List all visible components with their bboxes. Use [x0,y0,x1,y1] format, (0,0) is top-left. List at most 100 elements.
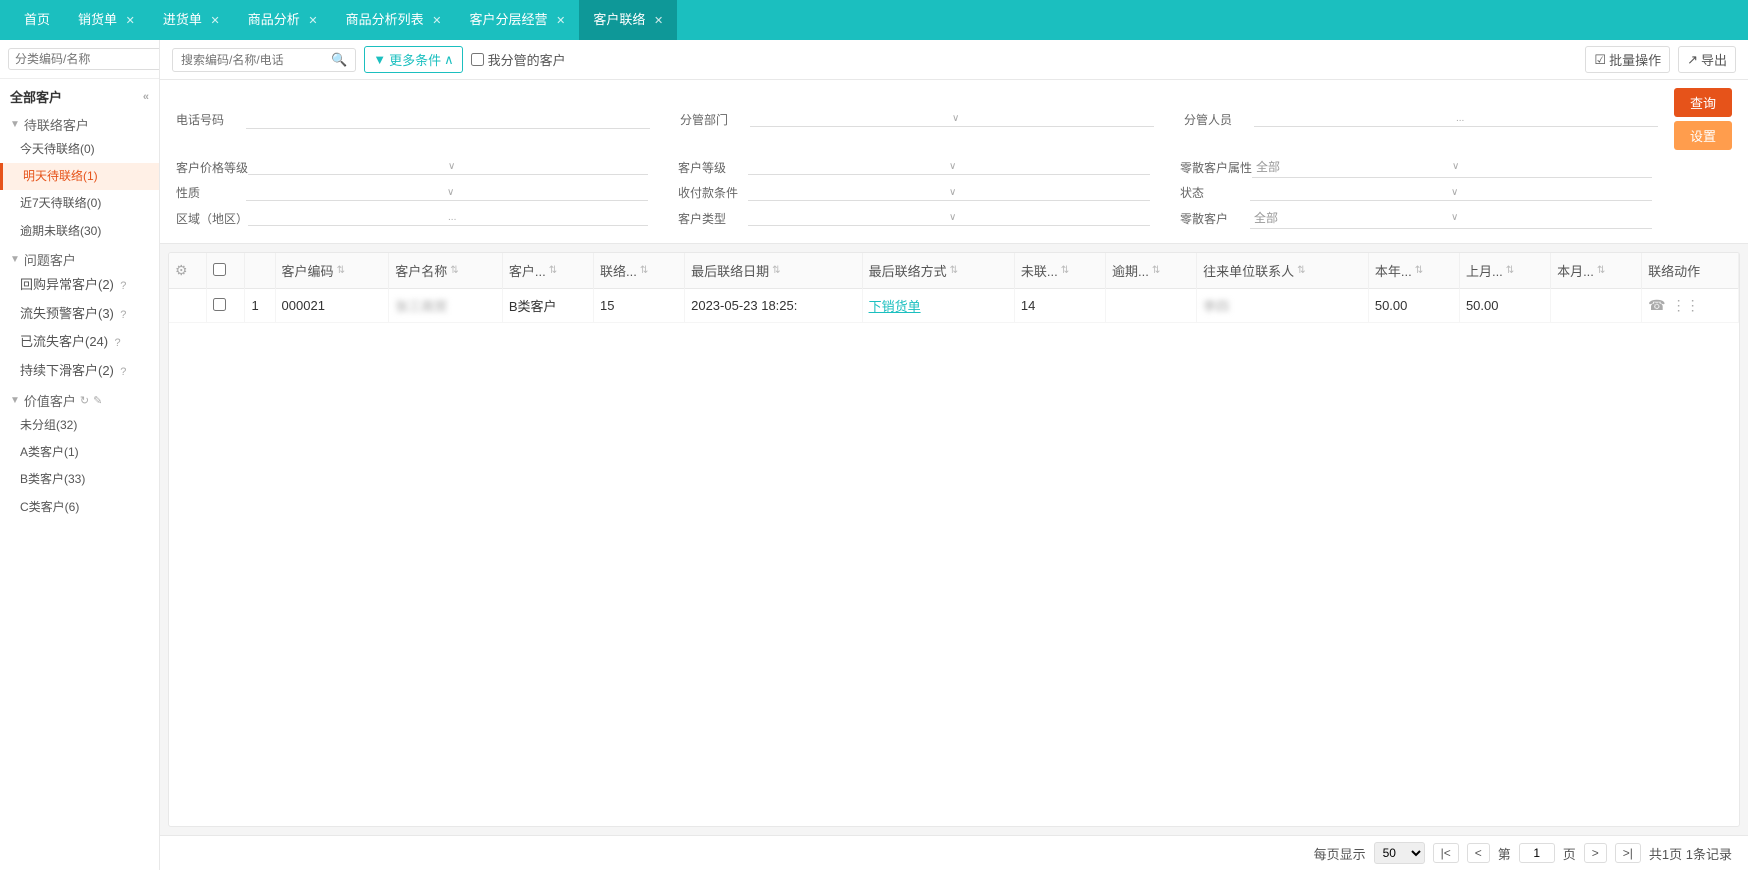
nav-purchase[interactable]: 进货单 ✕ [149,0,234,40]
filter-dept-select[interactable]: ∨ [750,111,1154,127]
row-this-year-cell: 50.00 [1368,289,1459,323]
close-customer-segment-icon[interactable]: ✕ [556,15,565,27]
col-overdue[interactable]: 逾期... ⇅ [1106,253,1197,289]
my-customers-checkbox-wrap[interactable]: 我分管的客户 [471,50,566,69]
sidebar-item-class-b[interactable]: B类客户(33) [0,466,159,493]
filter-region: 区域（地区） ... [176,210,648,227]
sidebar-item-churned[interactable]: 已流失客户(24) ? [0,328,159,357]
filter-manager-select[interactable]: ... [1254,111,1658,127]
pagination-bar: 每页显示 50 20 100 |< < 第 页 > >| 共1页 1条记录 [160,835,1748,870]
col-not-contacted[interactable]: 未联... ⇅ [1014,253,1105,289]
nav-home[interactable]: 首页 [10,0,64,40]
filter-payment-select[interactable]: ∨ [748,185,1150,201]
filter-phone-input[interactable] [246,110,650,129]
sidebar: 🔍 全部客户 « ▼ 待联络客户 今天待联络(0) 明天待联络(1) 近7天待联… [0,40,160,870]
filter-more-btn[interactable]: ▼ 更多条件 ∧ [364,46,462,73]
sidebar-item-overdue-contact[interactable]: 逾期未联络(30) [0,218,159,245]
first-page-btn[interactable]: |< [1433,843,1459,863]
row-contact-cell: 15 [594,289,685,323]
query-btn[interactable]: 查询 [1674,88,1732,117]
col-type[interactable]: 客户... ⇅ [502,253,593,289]
row-action-phone-icon[interactable]: ☎ [1648,297,1665,314]
help-icon-1[interactable]: ? [120,309,126,321]
page-size-select[interactable]: 50 20 100 [1374,842,1425,864]
next-page-btn[interactable]: > [1584,843,1607,863]
help-icon-3[interactable]: ? [120,366,126,378]
nav-customer-contact[interactable]: 客户联络 ✕ [579,0,677,40]
col-this-month[interactable]: 本月... ⇅ [1551,253,1642,289]
sidebar-item-today-contact[interactable]: 今天待联络(0) [0,136,159,163]
filter-price-level: 客户价格等级 ∨ [176,159,648,176]
select-all-checkbox[interactable] [213,263,226,276]
last-contact-method-link[interactable]: 下销货单 [869,299,921,314]
filter-price-level-select[interactable]: ∨ [248,159,648,175]
col-last-month[interactable]: 上月... ⇅ [1459,253,1550,289]
sidebar-item-churn-warning[interactable]: 流失预警客户(3) ? [0,300,159,329]
sidebar-item-7days-contact[interactable]: 近7天待联络(0) [0,190,159,217]
row-checkbox[interactable] [213,298,226,311]
col-code[interactable]: 客户编码 ⇅ [275,253,389,289]
search-icon[interactable]: 🔍 [331,52,347,68]
col-this-year[interactable]: 本年... ⇅ [1368,253,1459,289]
col-last-contact-method[interactable]: 最后联络方式 ⇅ [862,253,1014,289]
col-last-contact-date[interactable]: 最后联络日期 ⇅ [685,253,862,289]
close-purchase-icon[interactable]: ✕ [211,15,220,27]
sort-name-icon: ⇅ [450,265,458,276]
nav-customer-segment[interactable]: 客户分层经营 ✕ [455,0,579,40]
prev-page-btn[interactable]: < [1467,843,1490,863]
filter-nature-select[interactable]: ∨ [246,185,648,201]
filter-retail-attr-select[interactable]: 全部 ∨ [1252,156,1652,178]
checkbox-icon: ☑ [1594,52,1606,68]
sidebar-search-input[interactable] [8,48,160,70]
total-records: 共1页 1条记录 [1649,844,1732,863]
row-action-more-icon[interactable]: ⋮⋮ [1672,297,1700,314]
row-last-contact-method-cell: 下销货单 [862,289,1014,323]
status-chevron-icon: ∨ [1451,187,1648,198]
page-input[interactable] [1519,843,1555,863]
sidebar-item-class-c[interactable]: C类客户(6) [0,494,159,521]
batch-operation-btn[interactable]: ☑ 批量操作 [1585,46,1670,73]
sidebar-search-area: 🔍 [0,40,159,79]
close-product-analysis-icon[interactable]: ✕ [308,15,317,27]
nav-product-analysis[interactable]: 商品分析 ✕ [234,0,332,40]
sidebar-item-class-a[interactable]: A类客户(1) [0,439,159,466]
col-contact[interactable]: 联络... ⇅ [594,253,685,289]
nav-product-analysis-list[interactable]: 商品分析列表 ✕ [332,0,456,40]
filter-region-select[interactable]: ... [248,210,648,226]
sidebar-item-repurchase-abnormal[interactable]: 回购异常客户(2) ? [0,271,159,300]
nav-sales[interactable]: 销货单 ✕ [64,0,149,40]
close-sales-icon[interactable]: ✕ [126,15,135,27]
filter-customer-level-select[interactable]: ∨ [748,159,1150,175]
value-group-refresh-icon[interactable]: ↻ [80,394,89,407]
help-icon-2[interactable]: ? [114,337,120,349]
filter-retail-customer-select[interactable]: 全部 ∨ [1250,207,1652,229]
region-dots-icon: ... [448,212,644,223]
value-group-edit-icon[interactable]: ✎ [93,394,102,407]
help-icon-0[interactable]: ? [120,280,126,292]
sidebar-item-unclassified[interactable]: 未分组(32) [0,412,159,439]
close-product-analysis-list-icon[interactable]: ✕ [432,15,441,27]
filter-status-select[interactable]: ∨ [1250,185,1652,201]
search-input[interactable] [181,53,331,67]
col-name[interactable]: 客户名称 ⇅ [389,253,503,289]
my-customers-checkbox[interactable] [471,53,484,66]
row-not-contacted-cell: 14 [1014,289,1105,323]
filter-customer-type-select[interactable]: ∨ [748,210,1150,226]
row-this-month-cell [1551,289,1642,323]
row-contacts-cell: 李四 [1197,289,1369,323]
setting-btn[interactable]: 设置 [1674,121,1732,150]
row-checkbox-cell [206,289,245,323]
value-group-label: ▼ 价值客户 ↻ ✎ [0,386,159,412]
table-gear-icon[interactable]: ⚙ [175,262,188,278]
collapse-icon[interactable]: « [143,91,149,103]
search-input-wrap: 🔍 [172,48,356,72]
export-btn[interactable]: ↗ 导出 [1678,46,1736,73]
col-contacts-person[interactable]: 往来单位联系人 ⇅ [1197,253,1369,289]
filter-row-3: 性质 ∨ 收付款条件 ∨ 状态 [176,184,1732,201]
sidebar-item-tomorrow-contact[interactable]: 明天待联络(1) [0,163,159,190]
all-customers-header[interactable]: 全部客户 « [0,79,159,110]
close-customer-contact-icon[interactable]: ✕ [654,15,663,27]
sidebar-item-declining[interactable]: 持续下滑客户(2) ? [0,357,159,386]
last-page-btn[interactable]: >| [1615,843,1641,863]
filter-manager: 分管人员 ... [1184,111,1658,128]
